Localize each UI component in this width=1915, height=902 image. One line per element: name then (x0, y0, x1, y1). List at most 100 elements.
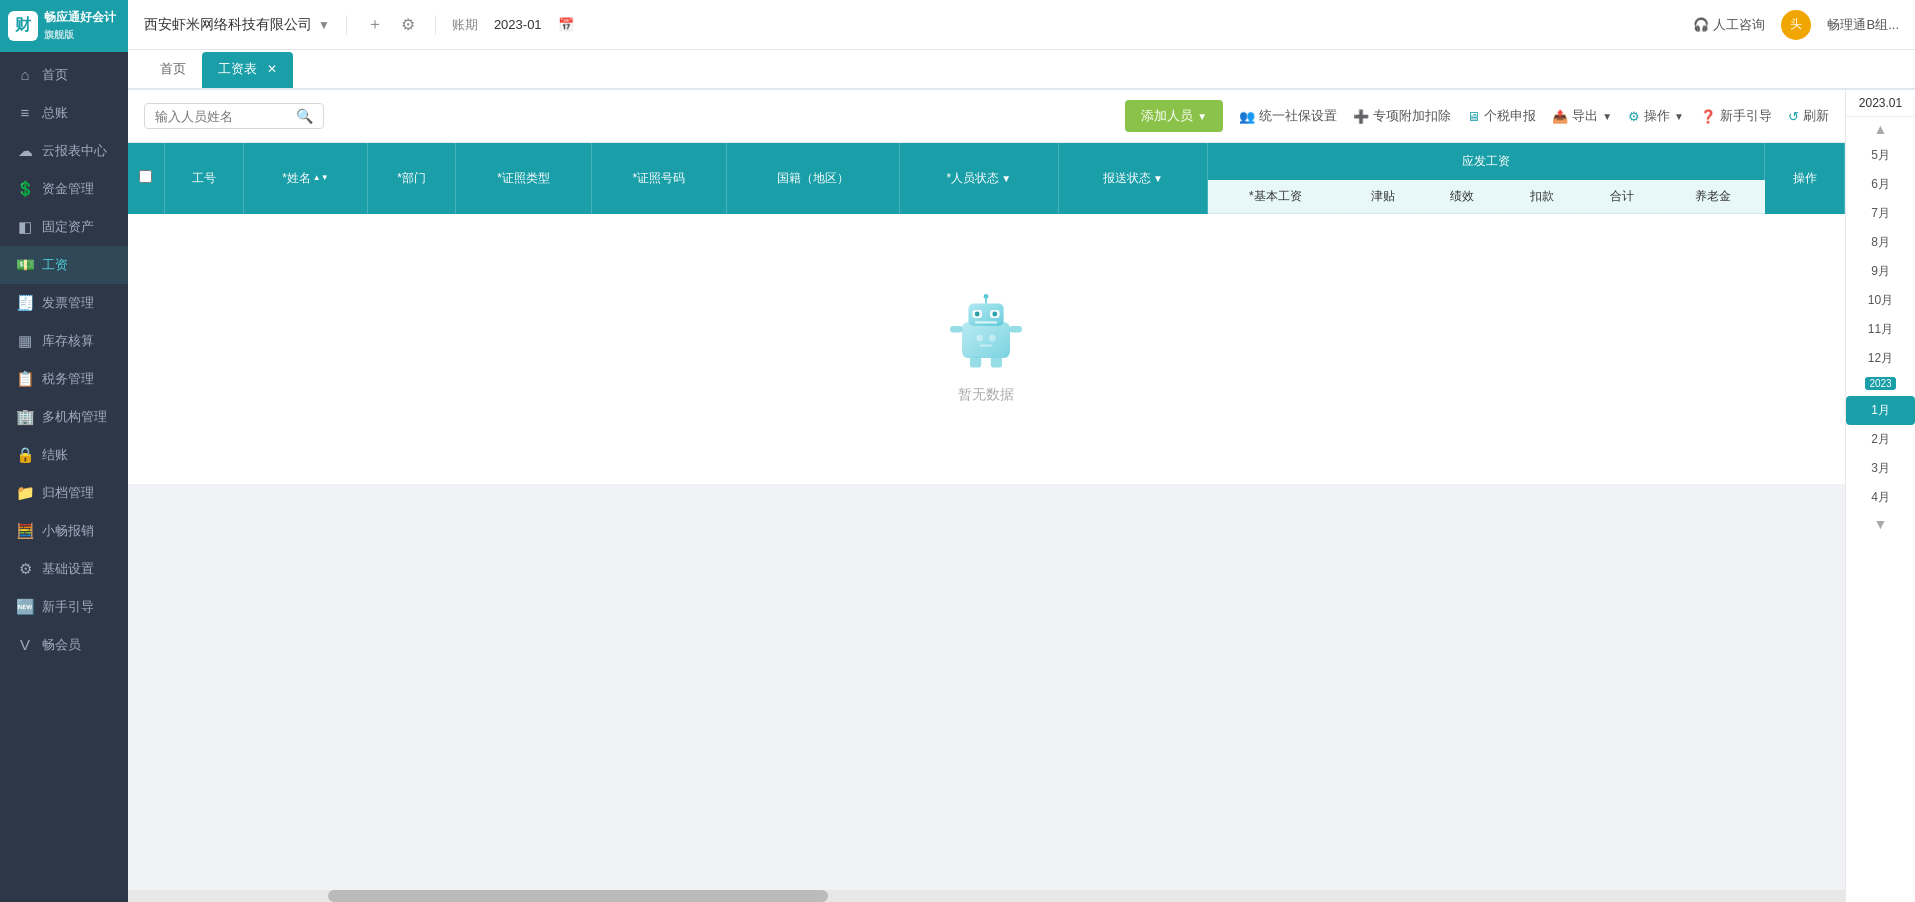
sidebar-item-member[interactable]: V 畅会员 (0, 626, 128, 664)
th-id-number-label: *证照号码 (633, 171, 686, 185)
cloud-icon: ☁ (16, 142, 34, 160)
th-dept-label: *部门 (397, 171, 426, 185)
sidebar-item-label: 畅会员 (42, 636, 81, 654)
search-input[interactable] (155, 109, 290, 124)
sidebar-item-ledger[interactable]: ≡ 总账 (0, 94, 128, 132)
svg-rect-15 (980, 344, 993, 346)
sidebar-item-inventory[interactable]: ▦ 库存核算 (0, 322, 128, 360)
period-nav-down[interactable]: ▼ (1870, 512, 1892, 536)
table-header-row: 工号 *姓名 ▲▼ *部门 (128, 143, 1845, 180)
guide-button[interactable]: ❓ 新手引导 (1700, 107, 1772, 125)
guide-label: 新手引导 (1720, 107, 1772, 125)
human-service-button[interactable]: 🎧 人工咨询 (1693, 16, 1765, 34)
company-selector[interactable]: 西安虾米网络科技有限公司 ▼ (144, 16, 330, 34)
sidebar-item-fund[interactable]: 💲 资金管理 (0, 170, 128, 208)
period-month-9[interactable]: 9月 (1846, 257, 1915, 286)
th-report-status: 报送状态 ▼ (1058, 143, 1207, 214)
status-filter-icon: ▼ (1001, 173, 1011, 184)
th-total-label: 合计 (1610, 189, 1634, 203)
tab-salary-table[interactable]: 工资表 ✕ (202, 52, 293, 88)
personal-tax-label: 个税申报 (1484, 107, 1536, 125)
th-name-sort[interactable]: *姓名 ▲▼ (282, 170, 329, 187)
export-dropdown-icon: ▼ (1602, 111, 1612, 122)
topbar-right: 🎧 人工咨询 头 畅理通B组... (1693, 10, 1899, 40)
svg-rect-12 (991, 356, 1002, 367)
sidebar-item-label: 新手引导 (42, 598, 94, 616)
period-month-6[interactable]: 6月 (1846, 170, 1915, 199)
empty-state: 暂无数据 (128, 214, 1845, 484)
special-deduction-button[interactable]: ➕ 专项附加扣除 (1353, 107, 1451, 125)
sidebar-item-label: 总账 (42, 104, 68, 122)
period-month-2[interactable]: 2月 (1846, 425, 1915, 454)
sidebar-item-cloud-report[interactable]: ☁ 云报表中心 (0, 132, 128, 170)
select-all-checkbox[interactable] (139, 170, 152, 183)
sidebar-item-label: 小畅报销 (42, 522, 94, 540)
salary-table: 工号 *姓名 ▲▼ *部门 (128, 143, 1845, 484)
table-scrollbar-thumb[interactable] (328, 890, 828, 902)
period-nav-up[interactable]: ▲ (1870, 117, 1892, 141)
sidebar-item-salary[interactable]: 💵 工资 (0, 246, 128, 284)
sidebar-item-label: 多机构管理 (42, 408, 107, 426)
personal-tax-button[interactable]: 🖥 个税申报 (1467, 107, 1536, 125)
add-person-button[interactable]: 添加人员 ▼ (1125, 100, 1223, 132)
report-filter-icon: ▼ (1153, 173, 1163, 184)
period-month-3[interactable]: 3月 (1846, 454, 1915, 483)
main-content-row: 🔍 添加人员 ▼ 👥 统一社保设置 ➕ 专项附加扣除 (128, 90, 1915, 902)
period-month-12[interactable]: 12月 (1846, 344, 1915, 373)
social-security-button[interactable]: 👥 统一社保设置 (1239, 107, 1337, 125)
th-base-salary: *基本工资 (1208, 180, 1343, 214)
refresh-button[interactable]: ↺ 刷新 (1788, 107, 1829, 125)
period-calendar-icon[interactable]: 📅 (558, 17, 574, 32)
sidebar-item-label: 归档管理 (42, 484, 94, 502)
period-month-4[interactable]: 4月 (1846, 483, 1915, 512)
logo-icon: 财 (8, 11, 38, 41)
company-settings-button[interactable]: ⚙ (397, 11, 419, 38)
export-label: 导出 (1572, 107, 1598, 125)
th-checkbox[interactable] (128, 143, 164, 214)
th-number-label: 工号 (192, 171, 216, 185)
export-button[interactable]: 📤 导出 ▼ (1552, 107, 1612, 125)
sidebar-item-close[interactable]: 🔒 结账 (0, 436, 128, 474)
toolbar-right: 添加人员 ▼ 👥 统一社保设置 ➕ 专项附加扣除 🖥 个税申报 (1125, 100, 1829, 132)
sidebar-item-expense[interactable]: 🧮 小畅报销 (0, 512, 128, 550)
sidebar-item-multi-org[interactable]: 🏢 多机构管理 (0, 398, 128, 436)
sidebar-item-invoice[interactable]: 🧾 发票管理 (0, 284, 128, 322)
sidebar-item-label: 库存核算 (42, 332, 94, 350)
member-icon: V (16, 636, 34, 653)
sidebar-item-fixed-assets[interactable]: ◧ 固定资产 (0, 208, 128, 246)
sidebar-item-archive[interactable]: 📁 归档管理 (0, 474, 128, 512)
period-month-11[interactable]: 11月 (1846, 315, 1915, 344)
th-status-sort[interactable]: *人员状态 ▼ (947, 170, 1012, 187)
sidebar-edition: 旗舰版 (44, 28, 116, 42)
search-wrap[interactable]: 🔍 (144, 103, 324, 129)
operations-icon: ⚙ (1628, 109, 1640, 124)
tax-icon: 📋 (16, 370, 34, 388)
operations-button[interactable]: ⚙ 操作 ▼ (1628, 107, 1684, 125)
sidebar-item-label: 云报表中心 (42, 142, 107, 160)
sidebar-item-label: 资金管理 (42, 180, 94, 198)
table-content: 🔍 添加人员 ▼ 👥 统一社保设置 ➕ 专项附加扣除 (128, 90, 1845, 902)
sidebar-item-label: 工资 (42, 256, 68, 274)
sidebar-item-home[interactable]: ⌂ 首页 (0, 56, 128, 94)
tab-close-icon[interactable]: ✕ (267, 62, 277, 76)
sidebar-item-settings[interactable]: ⚙ 基础设置 (0, 550, 128, 588)
th-ops-label: 操作 (1793, 171, 1817, 185)
add-company-button[interactable]: ＋ (363, 10, 387, 39)
period-month-7[interactable]: 7月 (1846, 199, 1915, 228)
main-area: 西安虾米网络科技有限公司 ▼ ＋ ⚙ 账期 2023-01 📅 🎧 人工咨询 头… (128, 0, 1915, 902)
svg-rect-8 (975, 321, 997, 323)
period-month-1[interactable]: 1月 (1846, 396, 1915, 425)
tab-home[interactable]: 首页 (144, 52, 202, 88)
table-scrollbar[interactable] (128, 890, 1845, 902)
svg-point-13 (977, 335, 983, 341)
period-month-5[interactable]: 5月 (1846, 141, 1915, 170)
period-month-8[interactable]: 8月 (1846, 228, 1915, 257)
th-nationality-label: 国籍（地区） (777, 171, 849, 185)
period-month-10[interactable]: 10月 (1846, 286, 1915, 315)
guide-icon: 🆕 (16, 598, 34, 616)
close-accounts-icon: 🔒 (16, 446, 34, 464)
th-report-sort[interactable]: 报送状态 ▼ (1103, 170, 1163, 187)
sidebar-item-tax[interactable]: 📋 税务管理 (0, 360, 128, 398)
th-id-type: *证照类型 (456, 143, 591, 214)
sidebar-item-guide[interactable]: 🆕 新手引导 (0, 588, 128, 626)
